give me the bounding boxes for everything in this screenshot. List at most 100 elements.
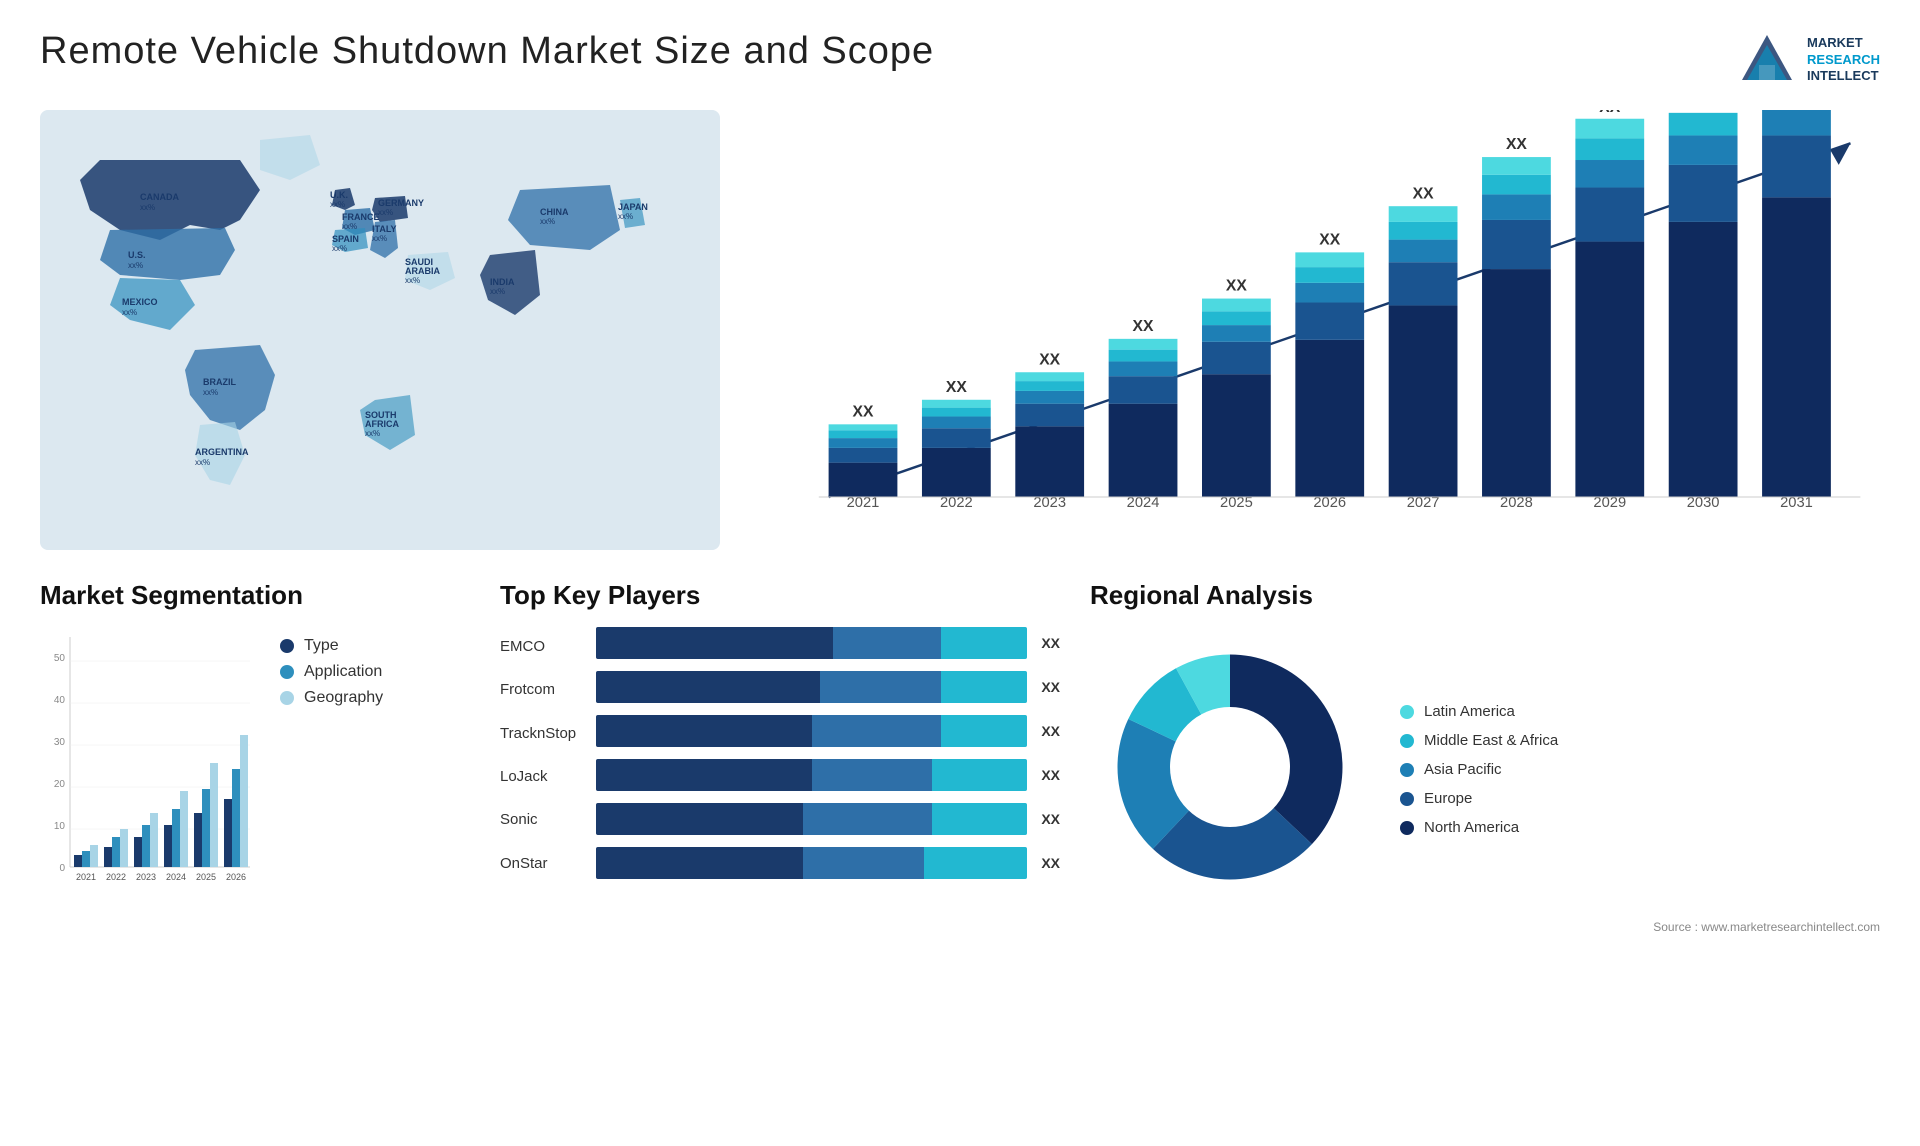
svg-text:xx%: xx% bbox=[490, 287, 505, 296]
country-label-france: FRANCE bbox=[342, 212, 380, 222]
regional-legend: Latin America Middle East & Africa Asia … bbox=[1400, 703, 1558, 836]
bar-2023: XX 2023 bbox=[1015, 351, 1084, 510]
svg-text:xx%: xx% bbox=[203, 388, 218, 397]
dot-europe bbox=[1400, 792, 1414, 806]
player-tracknstop: TracknStop bbox=[500, 725, 576, 742]
svg-text:xx%: xx% bbox=[378, 208, 393, 217]
dot-north-america bbox=[1400, 821, 1414, 835]
svg-text:xx%: xx% bbox=[365, 429, 380, 438]
svg-text:xx%: xx% bbox=[540, 217, 555, 226]
player-emco: EMCO bbox=[500, 638, 576, 655]
svg-text:2024: 2024 bbox=[166, 872, 186, 882]
country-label-china: CHINA bbox=[540, 207, 569, 217]
growth-chart-container: XX 2021 XX 2022 XX 2023 bbox=[750, 110, 1880, 550]
country-label-germany: GERMANY bbox=[378, 198, 424, 208]
svg-text:XX: XX bbox=[1506, 136, 1527, 153]
svg-text:xx%: xx% bbox=[332, 244, 347, 253]
segmentation-chart: 0 10 20 30 40 50 2 bbox=[40, 627, 260, 907]
svg-text:2023: 2023 bbox=[136, 872, 156, 882]
bar-2029: XX 2029 bbox=[1575, 110, 1644, 511]
legend-geography: Geography bbox=[280, 689, 383, 707]
legend-latin-america: Latin America bbox=[1400, 703, 1558, 720]
bar-2031: XX 2031 bbox=[1762, 110, 1831, 511]
dot-mea bbox=[1400, 734, 1414, 748]
dot-latin-america bbox=[1400, 705, 1414, 719]
svg-text:AFRICA: AFRICA bbox=[365, 419, 399, 429]
svg-text:xx%: xx% bbox=[330, 200, 345, 209]
bar-2027: XX 2027 bbox=[1389, 185, 1458, 511]
country-label-us: U.S. bbox=[128, 250, 146, 260]
player-frotcom: Frotcom bbox=[500, 681, 576, 698]
page-title: Remote Vehicle Shutdown Market Size and … bbox=[40, 30, 934, 73]
svg-text:0: 0 bbox=[59, 863, 65, 874]
svg-text:XX: XX bbox=[1226, 278, 1247, 295]
bar-row-sonic: XX bbox=[596, 803, 1060, 835]
logo: MARKET RESEARCH INTELLECT bbox=[1737, 30, 1880, 90]
svg-text:2025: 2025 bbox=[196, 872, 216, 882]
legend-dot-geography bbox=[280, 691, 294, 705]
svg-text:xx%: xx% bbox=[122, 308, 137, 317]
bar-2028: XX 2028 bbox=[1482, 136, 1551, 511]
donut-svg bbox=[1090, 627, 1370, 907]
svg-text:2022: 2022 bbox=[106, 872, 126, 882]
players-list: EMCO Frotcom TracknStop LoJack Sonic OnS… bbox=[500, 627, 1060, 879]
bar-row-tracknstop: XX bbox=[596, 715, 1060, 747]
svg-text:xx%: xx% bbox=[140, 203, 155, 212]
svg-text:xx%: xx% bbox=[618, 212, 633, 221]
legend-asia-pacific: Asia Pacific bbox=[1400, 761, 1558, 778]
svg-text:xx%: xx% bbox=[342, 222, 357, 231]
svg-text:xx%: xx% bbox=[405, 276, 420, 285]
svg-text:XX: XX bbox=[1039, 351, 1060, 368]
regional-title: Regional Analysis bbox=[1090, 580, 1880, 611]
svg-text:XX: XX bbox=[1133, 318, 1154, 335]
regional-content: Latin America Middle East & Africa Asia … bbox=[1090, 627, 1880, 912]
country-label-india: INDIA bbox=[490, 277, 515, 287]
country-label-argentina: ARGENTINA bbox=[195, 447, 249, 457]
player-names-col: EMCO Frotcom TracknStop LoJack Sonic OnS… bbox=[500, 627, 576, 879]
svg-text:XX: XX bbox=[1599, 110, 1620, 116]
bar-row-emco: XX bbox=[596, 627, 1060, 659]
legend-mea: Middle East & Africa bbox=[1400, 732, 1558, 749]
top-section: CANADA xx% U.S. xx% MEXICO xx% BRAZIL xx… bbox=[40, 110, 1880, 550]
player-onstar: OnStar bbox=[500, 855, 576, 872]
legend-dot-type bbox=[280, 639, 294, 653]
country-label-brazil: BRAZIL bbox=[203, 377, 236, 387]
page-header: Remote Vehicle Shutdown Market Size and … bbox=[40, 30, 1880, 90]
legend-europe: Europe bbox=[1400, 790, 1558, 807]
bar-row-lojack: XX bbox=[596, 759, 1060, 791]
bar-row-frotcom: XX bbox=[596, 671, 1060, 703]
donut-chart bbox=[1090, 627, 1370, 912]
legend-dot-application bbox=[280, 665, 294, 679]
bar-2021: XX 2021 bbox=[829, 403, 898, 510]
svg-text:XX: XX bbox=[853, 403, 874, 420]
svg-text:20: 20 bbox=[54, 779, 66, 790]
source-text: Source : www.marketresearchintellect.com bbox=[1090, 920, 1880, 934]
logo-text: MARKET RESEARCH INTELLECT bbox=[1807, 35, 1880, 86]
dot-asia-pacific bbox=[1400, 763, 1414, 777]
bar-2026: XX 2026 bbox=[1295, 232, 1364, 511]
player-bars-col: XX XX bbox=[596, 627, 1060, 879]
key-players-panel: Top Key Players EMCO Frotcom TracknStop … bbox=[500, 580, 1060, 1000]
country-label-canada: CANADA bbox=[140, 192, 179, 202]
key-players-title: Top Key Players bbox=[500, 580, 1060, 611]
segmentation-panel: Market Segmentation 0 10 20 30 40 50 bbox=[40, 580, 470, 1000]
logo-icon bbox=[1737, 30, 1797, 90]
country-label-italy: ITALY bbox=[372, 224, 397, 234]
bar-2024: XX 2024 bbox=[1109, 318, 1178, 511]
segmentation-title: Market Segmentation bbox=[40, 580, 470, 611]
svg-text:xx%: xx% bbox=[372, 234, 387, 243]
svg-text:30: 30 bbox=[54, 737, 66, 748]
world-map-container: CANADA xx% U.S. xx% MEXICO xx% BRAZIL xx… bbox=[40, 110, 720, 550]
bar-2025: XX 2025 bbox=[1202, 278, 1271, 511]
svg-text:50: 50 bbox=[54, 653, 66, 664]
country-label-spain: SPAIN bbox=[332, 234, 359, 244]
world-map: CANADA xx% U.S. xx% MEXICO xx% BRAZIL xx… bbox=[40, 110, 720, 550]
legend-type: Type bbox=[280, 637, 383, 655]
svg-text:XX: XX bbox=[946, 379, 967, 396]
regional-panel: Regional Analysis bbox=[1090, 580, 1880, 1000]
segmentation-legend: Type Application Geography bbox=[280, 637, 383, 707]
player-sonic: Sonic bbox=[500, 811, 576, 828]
bottom-section: Market Segmentation 0 10 20 30 40 50 bbox=[40, 580, 1880, 1000]
svg-text:xx%: xx% bbox=[195, 458, 210, 467]
bar-row-onstar: XX bbox=[596, 847, 1060, 879]
